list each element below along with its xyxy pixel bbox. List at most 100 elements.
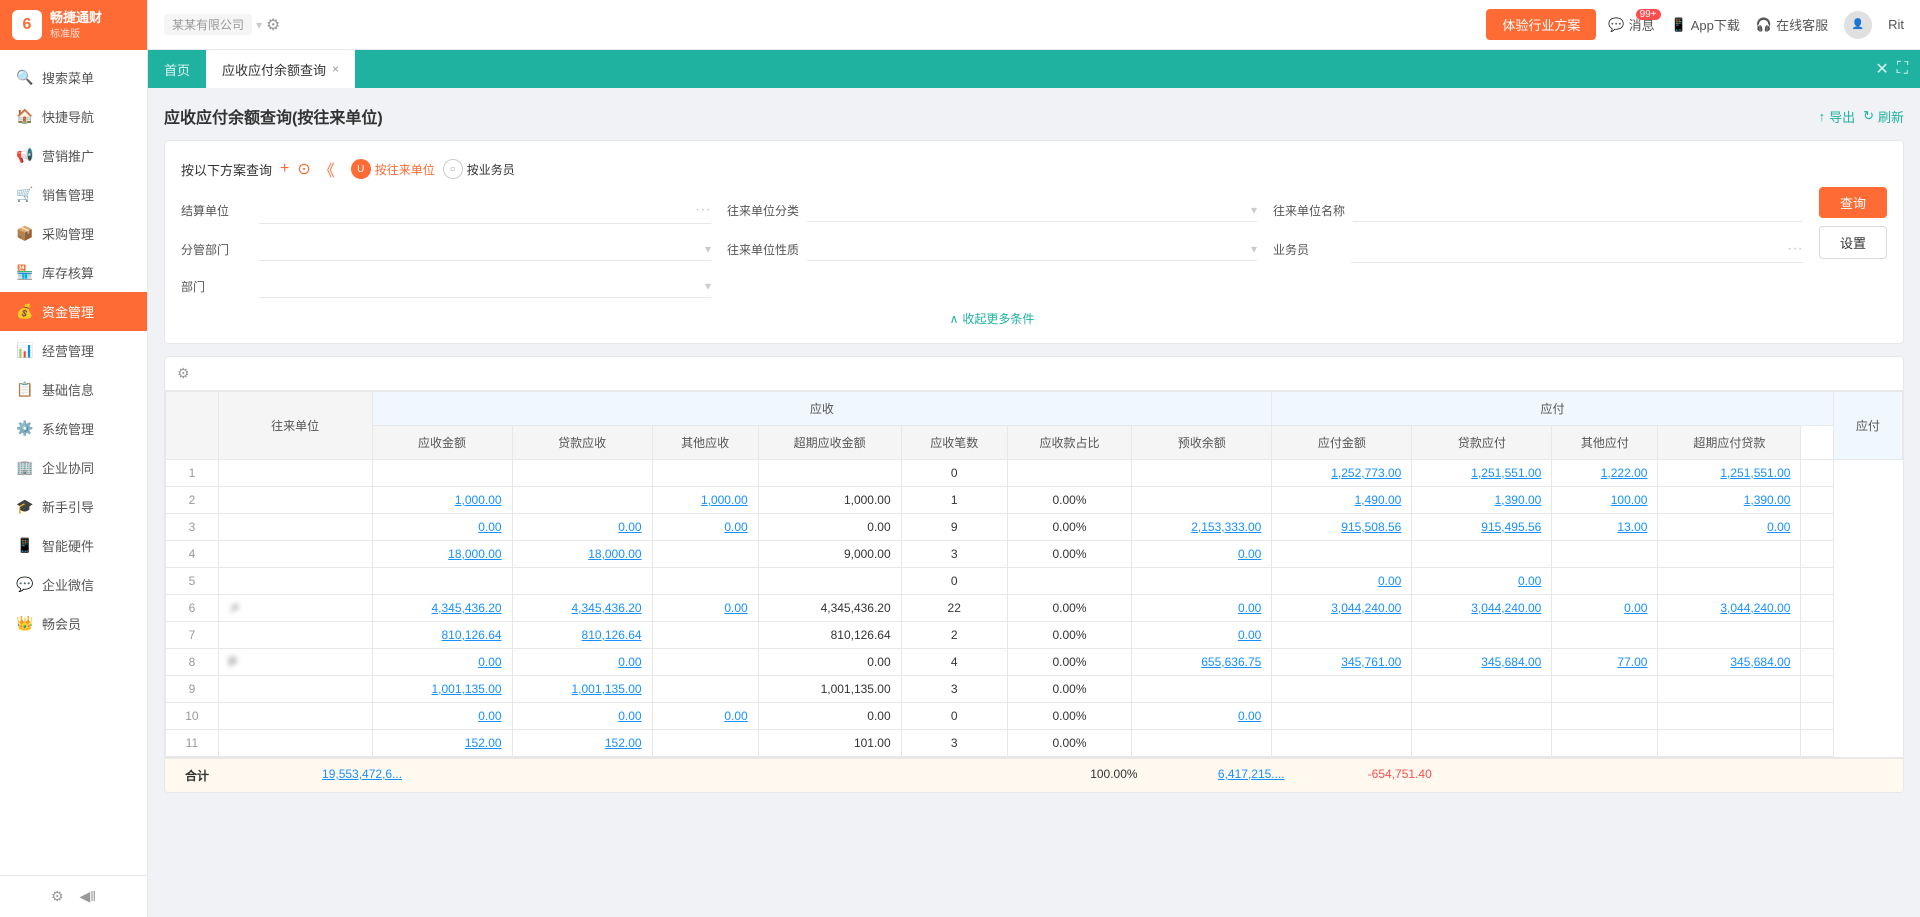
row-prepaid-6[interactable]: 0.00	[1132, 595, 1272, 622]
row-recv-amt-6[interactable]: 4,345,436.20	[372, 595, 512, 622]
collapse-button[interactable]: ∧ 收起更多条件	[950, 310, 1035, 327]
export-button[interactable]: ↑ 导出	[1819, 107, 1856, 126]
row-prepaid-3[interactable]: 2,153,333.00	[1132, 514, 1272, 541]
app-download-button[interactable]: 📱 App下载	[1671, 15, 1740, 34]
row-recv-amt-9[interactable]: 1,001,135.00	[372, 676, 512, 703]
row-other-pay-1[interactable]: 1,222.00	[1552, 460, 1658, 487]
row-pay-amt-1[interactable]: 1,252,773.00	[1272, 460, 1412, 487]
row-other-pay-2[interactable]: 100.00	[1552, 487, 1658, 514]
salesman-field[interactable]: ···	[1351, 236, 1803, 263]
row-loan-pay-2[interactable]: 1,390.00	[1412, 487, 1552, 514]
row-loan-recv-4[interactable]: 18,000.00	[512, 541, 652, 568]
online-service-button[interactable]: 🎧 在线客服	[1756, 15, 1828, 34]
row-recv-amt-11[interactable]: 152.00	[372, 730, 512, 757]
row-overdue-pay-3[interactable]: 0.00	[1658, 514, 1801, 541]
row-pay-amt-3[interactable]: 915,508.56	[1272, 514, 1412, 541]
notification-button[interactable]: 💬 消息 99+	[1608, 15, 1654, 34]
sidebar-item-purchase[interactable]: 📦 采购管理	[0, 214, 147, 253]
row-prepaid-10[interactable]: 0.00	[1132, 703, 1272, 730]
partner-category-field[interactable]: ▾	[807, 199, 1257, 222]
settlement-field[interactable]: ···	[259, 197, 711, 224]
row-other-pay-3[interactable]: 13.00	[1552, 514, 1658, 541]
row-other-recv-3[interactable]: 0.00	[652, 514, 758, 541]
settings-button[interactable]: 设置	[1819, 226, 1887, 259]
tab-ar-query-close-icon[interactable]: ×	[332, 62, 339, 76]
query-collapse-icon[interactable]: 《	[319, 157, 335, 181]
tab-home[interactable]: 首页	[148, 50, 206, 88]
row-loan-recv-11[interactable]: 152.00	[512, 730, 652, 757]
row-prepaid-4[interactable]: 0.00	[1132, 541, 1272, 568]
row-loan-pay-5[interactable]: 0.00	[1412, 568, 1552, 595]
topbar-gear-icon[interactable]: ⚙	[266, 15, 280, 35]
solution-button[interactable]: 体验行业方案	[1486, 9, 1596, 40]
row-loan-recv-3[interactable]: 0.00	[512, 514, 652, 541]
row-pay-amt-8[interactable]: 345,761.00	[1272, 649, 1412, 676]
footer-prepaid-balance[interactable]: 6,417,215....	[1148, 767, 1295, 784]
sidebar-item-sales[interactable]: 🛒 销售管理	[0, 175, 147, 214]
row-recv-amt-7[interactable]: 810,126.64	[372, 622, 512, 649]
row-overdue-pay-1[interactable]: 1,251,551.00	[1658, 460, 1801, 487]
sidebar-item-hardware[interactable]: 📱 智能硬件	[0, 526, 147, 565]
row-pay-amt-6[interactable]: 3,044,240.00	[1272, 595, 1412, 622]
row-loan-pay-1[interactable]: 1,251,551.00	[1412, 460, 1552, 487]
sidebar-item-guide[interactable]: 🎓 新手引导	[0, 487, 147, 526]
sidebar-item-search-menu[interactable]: 🔍 搜索菜单	[0, 58, 147, 97]
row-loan-pay-6[interactable]: 3,044,240.00	[1412, 595, 1552, 622]
sidebar-collapse-icon[interactable]: ◀‖	[80, 888, 97, 905]
row-overdue-pay-8[interactable]: 345,684.00	[1658, 649, 1801, 676]
sidebar-label-finance: 资金管理	[42, 302, 94, 321]
row-loan-pay-8[interactable]: 345,684.00	[1412, 649, 1552, 676]
sidebar-item-marketing[interactable]: 📢 营销推广	[0, 136, 147, 175]
sidebar-item-quick-nav[interactable]: 🏠 快捷导航	[0, 97, 147, 136]
row-pay-amt-2[interactable]: 1,490.00	[1272, 487, 1412, 514]
query-settings-icon[interactable]: ⊙	[297, 159, 310, 179]
row-prepaid-7[interactable]: 0.00	[1132, 622, 1272, 649]
row-other-pay-6[interactable]: 0.00	[1552, 595, 1658, 622]
query-button[interactable]: 查询	[1819, 187, 1887, 218]
table-row: 3 0.00 0.00 0.00 0.00 9 0.00% 2,153,333.…	[166, 514, 1903, 541]
row-other-recv-10[interactable]: 0.00	[652, 703, 758, 730]
tab-ar-query[interactable]: 应收应付余额查询 ×	[206, 50, 355, 88]
service-icon: 🎧	[1756, 17, 1772, 33]
table-gear-icon[interactable]: ⚙	[177, 365, 190, 382]
row-recv-amt-3[interactable]: 0.00	[372, 514, 512, 541]
partner-name-input[interactable]	[1353, 199, 1803, 222]
footer-receivable-amount[interactable]: 19,553,472,6...	[265, 767, 412, 784]
method-by-partner[interactable]: U 按往来单位	[351, 159, 435, 179]
row-recv-amt-10[interactable]: 0.00	[372, 703, 512, 730]
sidebar-item-wechat[interactable]: 💬 企业微信	[0, 565, 147, 604]
row-recv-amt-8[interactable]: 0.00	[372, 649, 512, 676]
row-loan-recv-7[interactable]: 810,126.64	[512, 622, 652, 649]
row-loan-recv-8[interactable]: 0.00	[512, 649, 652, 676]
row-overdue-pay-2[interactable]: 1,390.00	[1658, 487, 1801, 514]
row-recv-amt-4[interactable]: 18,000.00	[372, 541, 512, 568]
row-recv-amt-2[interactable]: 1,000.00	[372, 487, 512, 514]
department-field[interactable]: ▾	[259, 275, 711, 298]
tab-close-all-icon[interactable]: ✕	[1875, 59, 1888, 79]
sidebar-item-system[interactable]: ⚙️ 系统管理	[0, 409, 147, 448]
tab-fullscreen-icon[interactable]: ⛶	[1897, 60, 1908, 78]
sidebar-item-member[interactable]: 👑 畅会员	[0, 604, 147, 643]
sidebar-item-enterprise[interactable]: 🏢 企业协同	[0, 448, 147, 487]
division-field[interactable]: ▾	[259, 238, 711, 261]
method-by-employee[interactable]: ○ 按业务员	[443, 159, 515, 179]
row-other-recv-4	[652, 541, 758, 568]
sidebar-item-finance[interactable]: 💰 资金管理	[0, 292, 147, 331]
partner-nature-field[interactable]: ▾	[807, 238, 1257, 261]
sidebar-item-basic-info[interactable]: 📋 基础信息	[0, 370, 147, 409]
sidebar-item-operations[interactable]: 📊 经营管理	[0, 331, 147, 370]
row-other-recv-2[interactable]: 1,000.00	[652, 487, 758, 514]
query-add-icon[interactable]: +	[280, 160, 289, 178]
row-other-pay-8[interactable]: 77.00	[1552, 649, 1658, 676]
row-loan-pay-3[interactable]: 915,495.56	[1412, 514, 1552, 541]
row-loan-recv-6[interactable]: 4,345,436.20	[512, 595, 652, 622]
row-loan-recv-9[interactable]: 1,001,135.00	[512, 676, 652, 703]
row-loan-recv-10[interactable]: 0.00	[512, 703, 652, 730]
row-overdue-pay-6[interactable]: 3,044,240.00	[1658, 595, 1801, 622]
row-prepaid-8[interactable]: 655,636.75	[1132, 649, 1272, 676]
refresh-button[interactable]: ↻ 刷新	[1863, 107, 1904, 126]
row-other-recv-6[interactable]: 0.00	[652, 595, 758, 622]
row-pay-amt-5[interactable]: 0.00	[1272, 568, 1412, 595]
sidebar-settings-icon[interactable]: ⚙	[51, 888, 64, 905]
sidebar-item-inventory[interactable]: 🏪 库存核算	[0, 253, 147, 292]
